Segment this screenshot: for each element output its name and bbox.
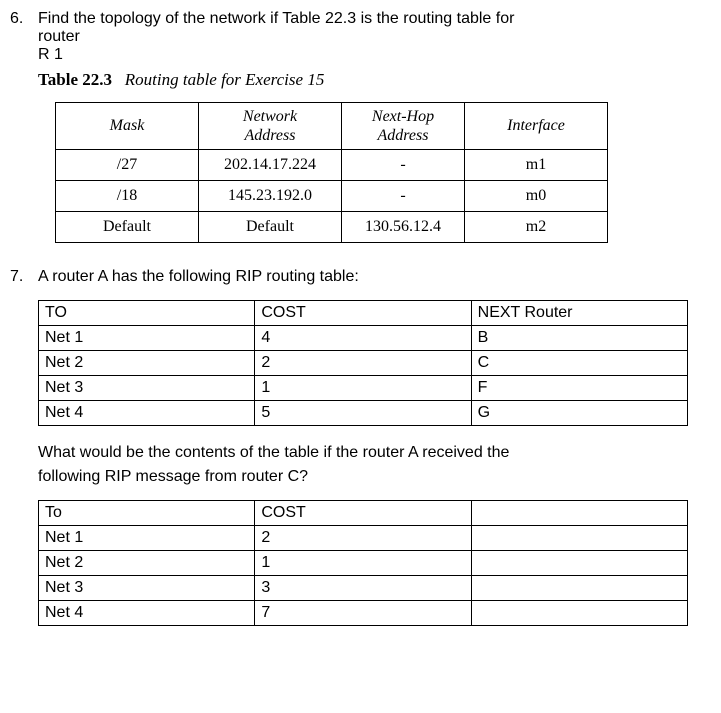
q6-text-line1: Find the topology of the network if Tabl… [38, 10, 701, 28]
cell: Net 3 [39, 376, 255, 401]
cell [471, 551, 687, 576]
cell: /27 [56, 150, 199, 181]
cell: B [471, 326, 687, 351]
caption-label: Table 22.3 [38, 70, 112, 89]
table-row: Net 1 2 [39, 526, 688, 551]
cell: Net 3 [39, 576, 255, 601]
table-row: Net 2 2 C [39, 351, 688, 376]
table-row: Net 3 1 F [39, 376, 688, 401]
cell: 145.23.192.0 [199, 181, 342, 212]
q7-number: 7. [10, 268, 38, 286]
question-6: 6. Find the topology of the network if T… [10, 10, 701, 243]
cell: Net 4 [39, 601, 255, 626]
cell: Default [199, 212, 342, 243]
cell: Default [56, 212, 199, 243]
cell: m1 [465, 150, 608, 181]
question-7: 7. A router A has the following RIP rout… [10, 268, 701, 626]
cell: 2 [255, 526, 471, 551]
cell: Net 1 [39, 526, 255, 551]
cell: 1 [255, 551, 471, 576]
cell: 3 [255, 576, 471, 601]
cell: 130.56.12.4 [342, 212, 465, 243]
th-cost: COST [255, 301, 471, 326]
cell: G [471, 401, 687, 426]
table-row: Net 4 5 G [39, 401, 688, 426]
q7-mid-text2: following RIP message from router C? [38, 468, 701, 486]
th-mask: Mask [56, 103, 199, 150]
table-row: Net 2 1 [39, 551, 688, 576]
cell: m0 [465, 181, 608, 212]
cell: Net 2 [39, 551, 255, 576]
q6-number: 6. [10, 10, 38, 28]
q6-text-line2: router [38, 28, 701, 46]
q6-text-line3: R 1 [38, 46, 701, 64]
cell: C [471, 351, 687, 376]
cell [471, 526, 687, 551]
cell: Net 1 [39, 326, 255, 351]
q7-text: A router A has the following RIP routing… [38, 268, 701, 286]
cell: Net 4 [39, 401, 255, 426]
cell: 202.14.17.224 [199, 150, 342, 181]
cell: m2 [465, 212, 608, 243]
th-next: NEXT Router [471, 301, 687, 326]
table-row: /18 145.23.192.0 - m0 [56, 181, 608, 212]
th-interface: Interface [465, 103, 608, 150]
table-row: /27 202.14.17.224 - m1 [56, 150, 608, 181]
th-to: To [39, 501, 255, 526]
cell: F [471, 376, 687, 401]
q7-mid-text1: What would be the contents of the table … [38, 444, 701, 462]
table-row: Net 4 7 [39, 601, 688, 626]
cell: Net 2 [39, 351, 255, 376]
table-row: Default Default 130.56.12.4 m2 [56, 212, 608, 243]
cell: - [342, 150, 465, 181]
q7-rip-table-a: TO COST NEXT Router Net 1 4 B Net 2 2 C … [38, 300, 688, 426]
cell [471, 576, 687, 601]
table-row: Net 3 3 [39, 576, 688, 601]
th-nexthop: Next-HopAddress [342, 103, 465, 150]
cell: 1 [255, 376, 471, 401]
cell: 7 [255, 601, 471, 626]
cell: 5 [255, 401, 471, 426]
table-row: Net 1 4 B [39, 326, 688, 351]
th-blank [471, 501, 687, 526]
caption-desc: Routing table for Exercise 15 [125, 70, 325, 89]
cell: - [342, 181, 465, 212]
th-to: TO [39, 301, 255, 326]
q6-table-caption: Table 22.3 Routing table for Exercise 15 [38, 70, 701, 90]
cell: 4 [255, 326, 471, 351]
th-network: NetworkAddress [199, 103, 342, 150]
cell [471, 601, 687, 626]
cell: /18 [56, 181, 199, 212]
th-cost: COST [255, 501, 471, 526]
q6-routing-table: Mask NetworkAddress Next-HopAddress Inte… [55, 102, 608, 243]
q7-rip-table-c: To COST Net 1 2 Net 2 1 Net 3 3 Net 4 7 [38, 500, 688, 626]
cell: 2 [255, 351, 471, 376]
